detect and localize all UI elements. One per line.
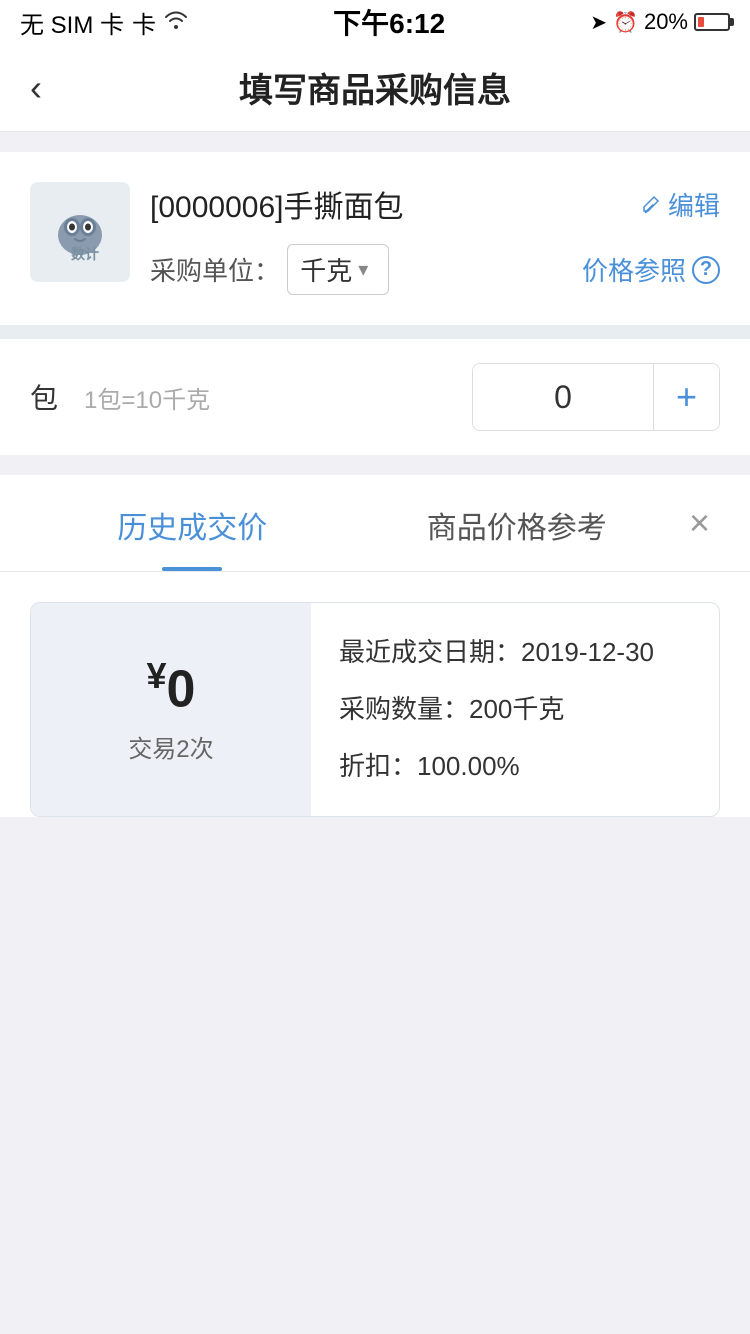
edit-button[interactable]: 编辑 (640, 186, 720, 223)
product-name-row: [0000006]手撕面包 编辑 (150, 182, 720, 226)
quantity-row: 包 1包=10千克 + (0, 339, 750, 455)
history-details: 最近成交日期：2019-12-30 采购数量：200千克 折扣：100.00% (311, 603, 719, 816)
tab-underline (162, 567, 222, 571)
quantity-unit-label: 包 (30, 377, 58, 417)
product-info: [0000006]手撕面包 编辑 采购单位： 千克 ▾ (150, 182, 720, 295)
status-right: ➤ ⏰ 20% (590, 9, 730, 35)
product-thumbnail: 数计 (30, 182, 130, 282)
history-tx-count: 交易2次 (128, 729, 213, 764)
product-name: [0000006]手撕面包 (150, 182, 403, 226)
nav-bar: ‹ 填写商品采购信息 (0, 44, 750, 132)
question-icon: ? (692, 256, 720, 284)
history-price: ¥0 (147, 655, 196, 719)
carrier-label: 无 SIM 卡 (20, 5, 124, 40)
currency-symbol: ¥ (147, 655, 167, 696)
alarm-icon: ⏰ (613, 10, 638, 35)
history-card: ¥0 交易2次 最近成交日期：2019-12-30 采购数量：200千克 折扣：… (30, 602, 720, 817)
divider-bar (0, 325, 750, 339)
status-left: 无 SIM 卡 卡 (20, 5, 188, 40)
status-time: 下午6:12 (333, 2, 445, 42)
page-title: 填写商品采购信息 (239, 63, 511, 112)
battery-icon (694, 13, 730, 31)
purchase-unit-row: 采购单位： 千克 ▾ 价格参照 ? (150, 244, 720, 295)
quantity-input[interactable] (473, 364, 653, 430)
tabs-row: 历史成交价 商品价格参考 × (0, 475, 750, 572)
quantity-plus-button[interactable]: + (653, 364, 719, 430)
close-button[interactable]: × (679, 495, 720, 551)
wifi-icon (164, 8, 188, 36)
history-date-row: 最近成交日期：2019-12-30 (339, 633, 691, 672)
purchase-unit-label: 采购单位： 千克 ▾ (150, 244, 389, 295)
battery-pct: 20% (644, 9, 688, 35)
quantity-input-group: + (472, 363, 720, 431)
history-qty-row: 采购数量：200千克 (339, 690, 691, 729)
product-card: 数计 [0000006]手撕面包 编辑 采购单位： 千克 (0, 152, 750, 325)
location-icon: ➤ (590, 10, 607, 35)
price-ref-button[interactable]: 价格参照 ? (582, 251, 720, 288)
back-button[interactable]: ‹ (30, 57, 62, 119)
status-bar: 无 SIM 卡 卡 下午6:12 ➤ ⏰ 20% (0, 0, 750, 44)
tab-history[interactable]: 历史成交价 (30, 475, 354, 571)
tab-reference[interactable]: 商品价格参考 (354, 475, 678, 571)
bottom-panel: 历史成交价 商品价格参考 × ¥0 交易2次 最近成交日期：2019-12-30… (0, 475, 750, 817)
history-price-section: ¥0 交易2次 (31, 603, 311, 816)
unit-select[interactable]: 千克 ▾ (287, 244, 389, 295)
svg-text:数计: 数计 (71, 246, 99, 262)
sim-label: 卡 (132, 5, 156, 40)
product-header: 数计 [0000006]手撕面包 编辑 采购单位： 千克 (30, 182, 720, 295)
history-discount-row: 折扣：100.00% (339, 747, 691, 786)
quantity-hint: 1包=10千克 (84, 380, 210, 415)
